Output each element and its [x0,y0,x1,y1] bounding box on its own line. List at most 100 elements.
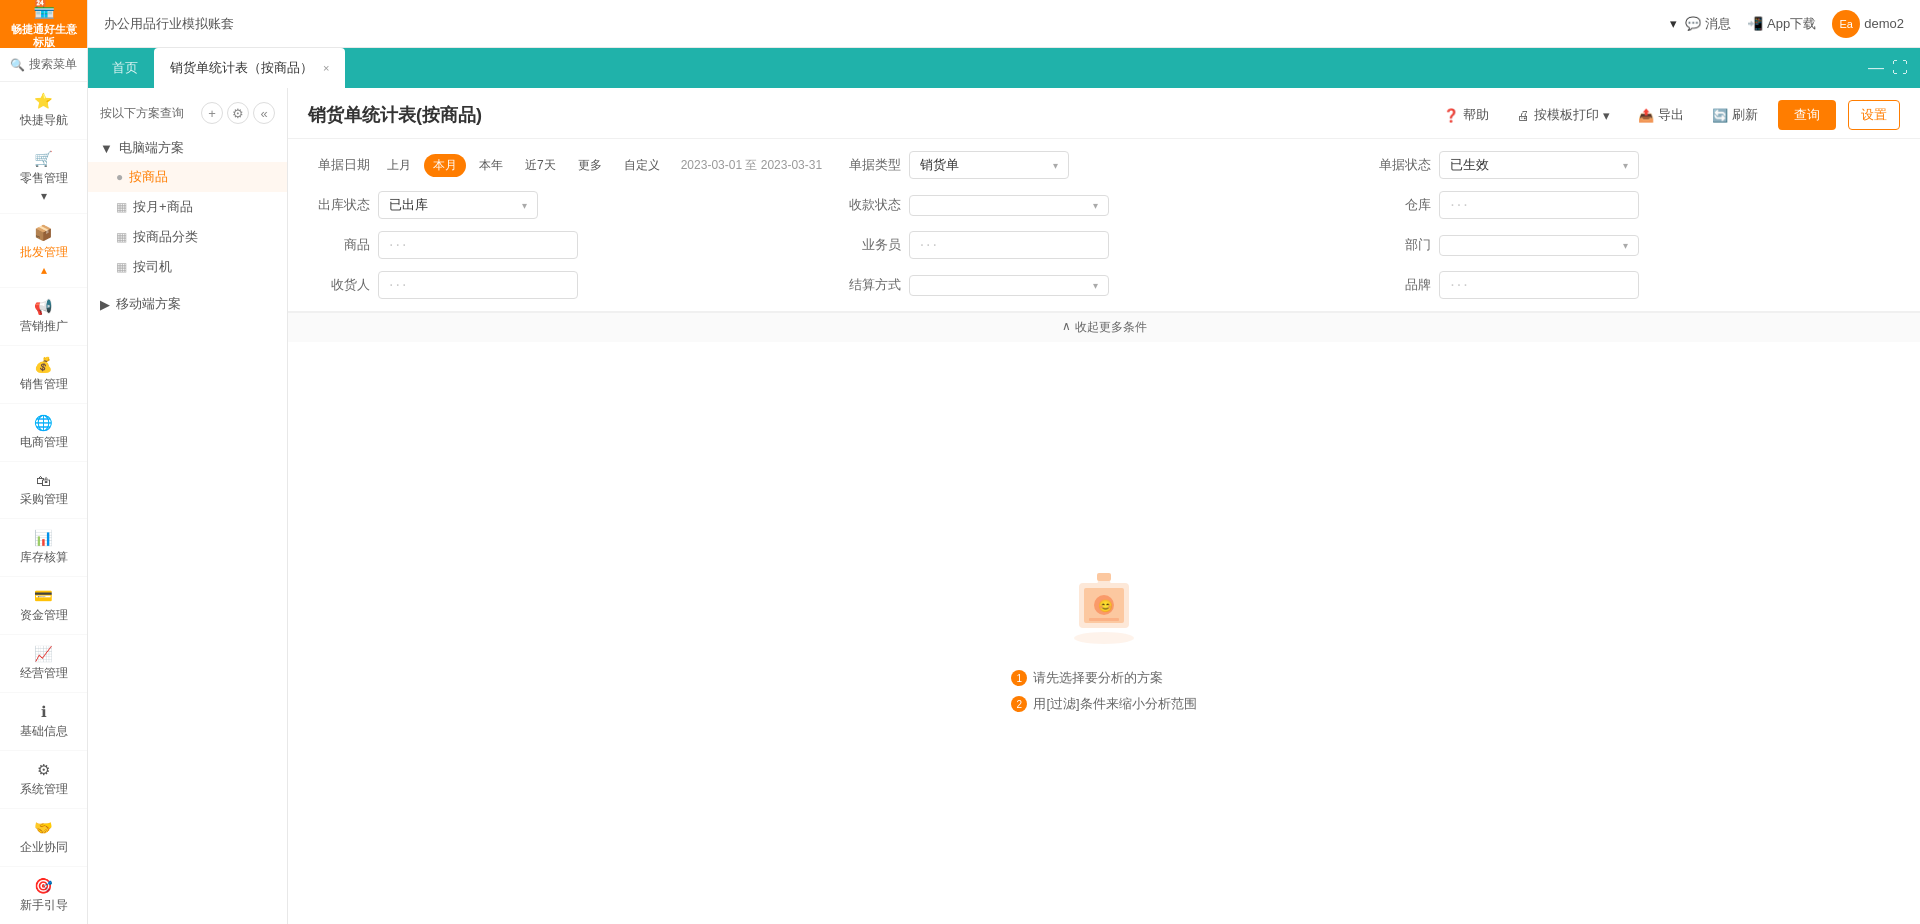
user-name: demo2 [1864,16,1904,31]
print-btn[interactable]: 🖨 按模板打印 ▾ [1509,102,1618,128]
sidebar-item-inventory[interactable]: 📊 库存核算 [0,519,87,577]
guide-icon: 🎯 [34,877,53,895]
brand-input[interactable]: ··· [1439,271,1639,299]
guide-label: 新手引导 [20,897,68,914]
sidebar-item-marketing[interactable]: 📢 营销推广 [0,288,87,346]
by-month-goods-label: 按月+商品 [133,198,193,216]
warehouse-status-arrow: ▾ [522,200,527,211]
app-download-icon: 📲 [1747,16,1763,31]
warehouse-status-select[interactable]: 已出库 ▾ [378,191,538,219]
sidebar-item-purchase[interactable]: 🛍 采购管理 [0,462,87,519]
by-category-label: 按商品分类 [133,228,198,246]
doc-status-select[interactable]: 已生效 ▾ [1439,151,1639,179]
brand-dots: ··· [1450,276,1469,294]
goods-input[interactable]: ··· [378,231,578,259]
query-btn[interactable]: 查询 [1778,100,1836,130]
page-actions: ❓ 帮助 🖨 按模板打印 ▾ 📤 导出 🔄 刷新 [1435,100,1900,130]
sidebar-item-sales[interactable]: 💰 销售管理 [0,346,87,404]
tab-home[interactable]: 首页 [96,48,154,88]
sidebar-item-basic[interactable]: ℹ 基础信息 [0,693,87,751]
sidebar-item-finance[interactable]: 💳 资金管理 [0,577,87,635]
print-icon: 🖨 [1517,108,1530,123]
topbar-right: 💬 消息 📲 App下载 Ea demo2 [1685,10,1904,38]
collapse-filters-btn[interactable]: ∧ 收起更多条件 [288,312,1920,342]
sub-item-by-category[interactable]: ▦ 按商品分类 [88,222,287,252]
sub-group-mobile-title[interactable]: ▶ 移动端方案 [88,290,287,318]
sidebar-quick-nav[interactable]: ⭐ 快捷导航 [0,82,87,140]
query-label: 查询 [1794,106,1820,124]
logo-text: 畅捷通好生意 [11,23,77,36]
date-btn-current-month[interactable]: 本月 [424,154,466,177]
sidebar-item-operation[interactable]: 📈 经营管理 [0,635,87,693]
collapse-sidebar-btn[interactable]: « [253,102,275,124]
search-menu[interactable]: 🔍 搜索菜单 [0,48,87,82]
date-btn-custom[interactable]: 自定义 [615,154,669,177]
date-btn-7days[interactable]: 近7天 [516,154,565,177]
sub-group-mobile: ▶ 移动端方案 [88,286,287,322]
mobile-group-arrow: ▶ [100,297,110,312]
salesman-dots: ··· [920,236,939,254]
logo-icon: 🏪 [33,0,55,21]
retail-arrow: ▾ [41,189,47,203]
ecommerce-label: 电商管理 [20,434,68,451]
warehouse-dots: ··· [1450,196,1469,214]
export-btn[interactable]: 📤 导出 [1630,102,1692,128]
sub-item-by-month-goods[interactable]: ▦ 按月+商品 [88,192,287,222]
by-goods-label: 按商品 [129,168,168,186]
app-download-btn[interactable]: 📲 App下载 [1747,15,1816,33]
app-download-label: App下载 [1767,15,1816,33]
svg-rect-7 [1097,573,1111,581]
doc-type-label: 单据类型 [839,156,909,174]
sub-item-by-driver[interactable]: ▦ 按司机 [88,252,287,282]
help-btn[interactable]: ❓ 帮助 [1435,102,1497,128]
mobile-group-label: 移动端方案 [116,295,181,313]
payment-method-select[interactable]: ▾ [909,275,1109,296]
user-btn[interactable]: Ea demo2 [1832,10,1904,38]
sidebar-item-ecommerce[interactable]: 🌐 电商管理 [0,404,87,462]
maximize-icon[interactable]: ⛶ [1892,59,1908,77]
help-label: 帮助 [1463,106,1489,124]
logo-subtext: 标版 [33,36,55,49]
refresh-btn[interactable]: 🔄 刷新 [1704,102,1766,128]
system-label: 系统管理 [20,781,68,798]
page-title: 销货单统计表(按商品) [308,103,482,127]
warehouse-label: 仓库 [1369,196,1439,214]
sidebar-item-wholesale[interactable]: 📦 批发管理 ▴ [0,214,87,288]
settings-scheme-btn[interactable]: ⚙ [227,102,249,124]
tab-home-label: 首页 [112,59,138,77]
salesman-input[interactable]: ··· [909,231,1109,259]
content-wrapper: 按以下方案查询 + ⚙ « ▼ 电脑端方案 ● 按商品 ▦ [88,88,1920,924]
tab-close-icon[interactable]: × [323,62,329,74]
print-dropdown-icon: ▾ [1603,108,1610,123]
add-scheme-btn[interactable]: + [201,102,223,124]
topbar-dropdown-icon[interactable]: ▾ [1670,16,1677,31]
purchase-icon: 🛍 [36,472,51,489]
search-label: 搜索菜单 [29,56,77,73]
date-btn-more[interactable]: 更多 [569,154,611,177]
sub-group-pc-title[interactable]: ▼ 电脑端方案 [88,134,287,162]
sub-item-by-goods[interactable]: ● 按商品 [88,162,287,192]
sidebar-item-retail[interactable]: 🛒 零售管理 ▾ [0,140,87,214]
help-icon: ❓ [1443,108,1459,123]
dept-select[interactable]: ▾ [1439,235,1639,256]
payment-status-select[interactable]: ▾ [909,195,1109,216]
receiver-input[interactable]: ··· [378,271,578,299]
sub-sidebar-title: 按以下方案查询 [100,105,184,122]
sidebar-item-enterprise[interactable]: 🤝 企业协同 [0,809,87,867]
collapse-icon: ∧ [1062,319,1071,336]
sidebar-item-system[interactable]: ⚙ 系统管理 [0,751,87,809]
date-btn-current-year[interactable]: 本年 [470,154,512,177]
main-area: 办公用品行业模拟账套 ▾ 💬 消息 📲 App下载 Ea demo2 首页 [88,0,1920,924]
tab-active-label: 销货单统计表（按商品） [170,59,313,77]
minimize-icon[interactable]: — [1868,59,1884,77]
doc-type-select[interactable]: 销货单 ▾ [909,151,1069,179]
tab-active[interactable]: 销货单统计表（按商品） × [154,48,345,88]
date-btn-last-month[interactable]: 上月 [378,154,420,177]
avatar-text: Ea [1840,18,1853,30]
receiver-control: ··· [378,271,839,299]
warehouse-input[interactable]: ··· [1439,191,1639,219]
user-avatar: Ea [1832,10,1860,38]
settings-btn[interactable]: 设置 [1848,100,1900,130]
message-btn[interactable]: 💬 消息 [1685,15,1731,33]
sidebar-item-guide[interactable]: 🎯 新手引导 [0,867,87,924]
